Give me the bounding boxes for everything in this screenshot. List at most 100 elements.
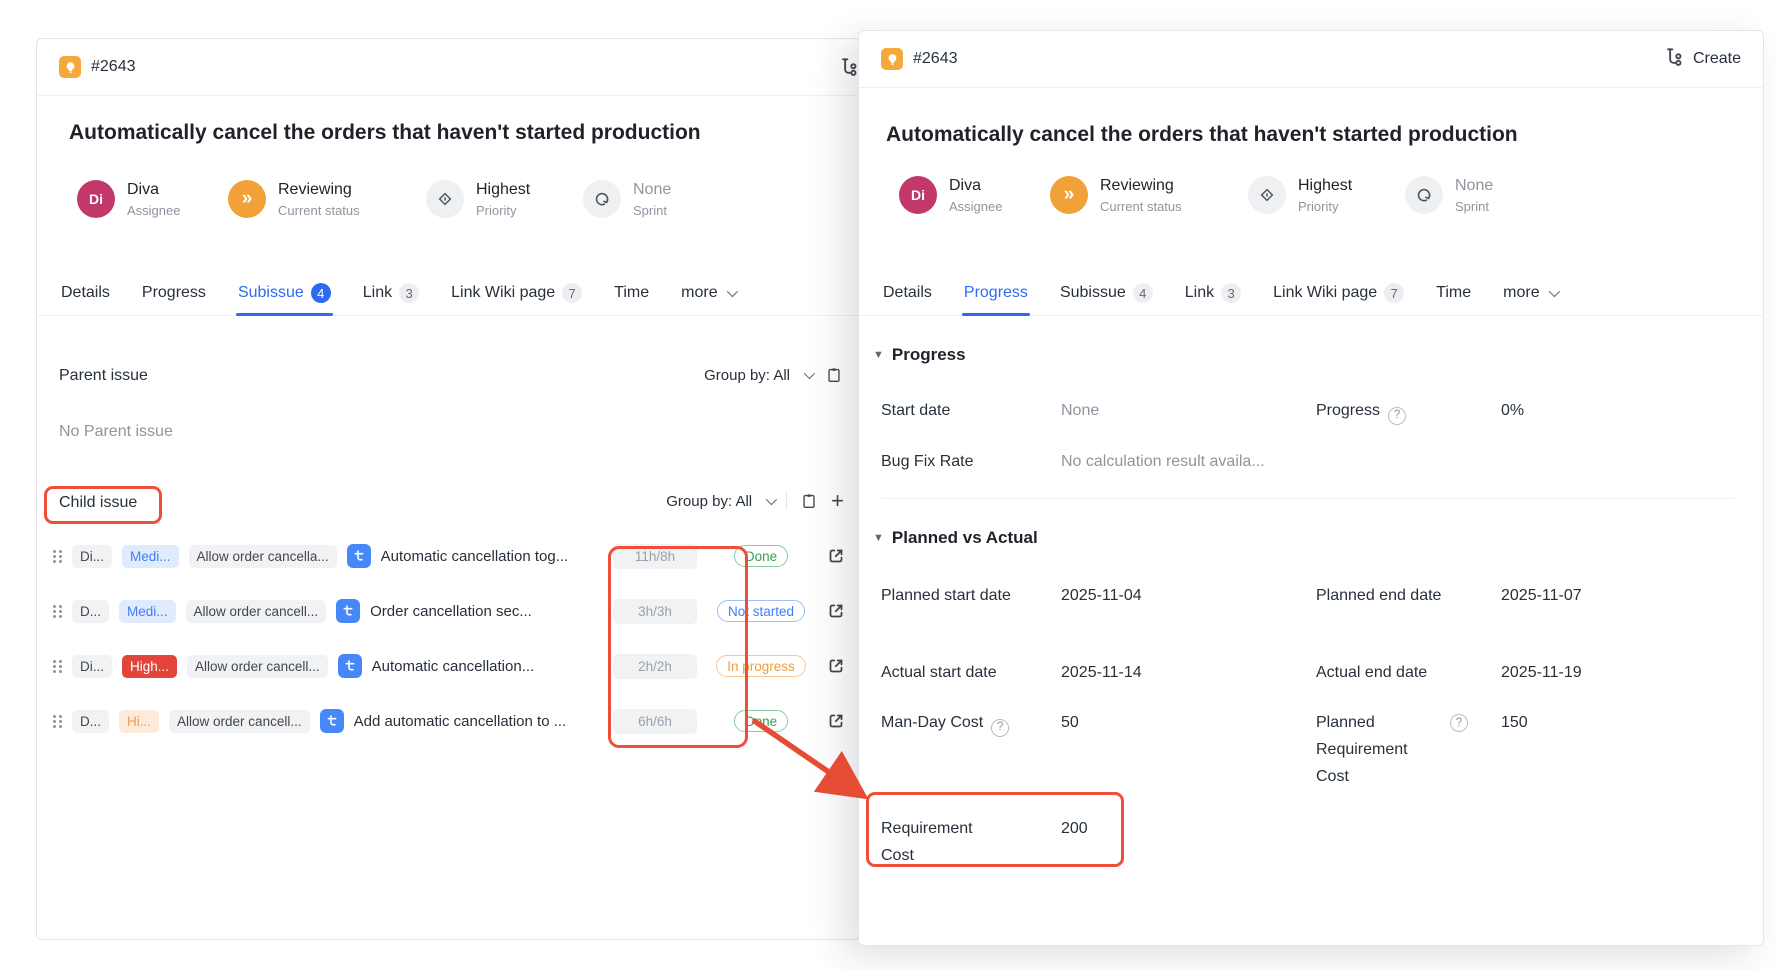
status-field[interactable]: » Reviewing Current status	[228, 177, 360, 221]
progress-value[interactable]: 0%	[1501, 397, 1524, 424]
board-view-icon[interactable]	[824, 365, 844, 385]
row-module-chip[interactable]: Allow order cancella...	[188, 544, 337, 568]
collapse-triangle-icon: ▼	[873, 532, 884, 544]
tab-time[interactable]: Time	[614, 271, 649, 315]
planned-vs-actual-heading[interactable]: ▼ Planned vs Actual	[873, 528, 1038, 548]
row-module-chip[interactable]: Allow order cancell...	[169, 709, 310, 733]
tab-link[interactable]: Link 3	[1185, 271, 1242, 315]
sprint-field[interactable]: None Sprint	[583, 177, 671, 221]
row-time-chip[interactable]: 2h/2h	[613, 653, 697, 679]
issue-title: Automatically cancel the orders that hav…	[886, 123, 1518, 146]
row-assignee-chip[interactable]: D...	[72, 709, 110, 733]
row-time-chip[interactable]: 6h/6h	[613, 708, 697, 734]
row-title[interactable]: Order cancellation sec...	[370, 603, 603, 620]
create-icon[interactable]	[838, 56, 860, 83]
child-issue-row[interactable]: D... Medi... Allow order cancell... Orde…	[53, 591, 847, 631]
row-status-chip[interactable]: In progress	[716, 655, 806, 677]
planned-end-date-value[interactable]: 2025-11-07	[1501, 582, 1582, 609]
bug-fix-rate-value[interactable]: No calculation result availa...	[1061, 448, 1265, 475]
row-assignee-chip[interactable]: D...	[72, 599, 110, 623]
start-date-value[interactable]: None	[1061, 397, 1099, 424]
row-module-chip[interactable]: Allow order cancell...	[187, 654, 328, 678]
child-issue-row[interactable]: Di... High... Allow order cancell... Aut…	[53, 646, 847, 686]
sprint-field[interactable]: None Sprint	[1405, 173, 1493, 217]
chevron-down-icon	[803, 367, 816, 380]
row-status-chip[interactable]: Not started	[716, 600, 806, 622]
row-priority-chip[interactable]: Hi...	[119, 709, 160, 733]
tab-details[interactable]: Details	[61, 271, 110, 315]
tab-link-wiki-page[interactable]: Link Wiki page 7	[451, 271, 583, 315]
row-priority-chip[interactable]: Medi...	[122, 544, 179, 568]
sprint-label: Sprint	[633, 202, 667, 218]
requirement-cost-value[interactable]: 200	[1061, 815, 1088, 842]
board-view-icon[interactable]	[799, 491, 819, 511]
assignee-value: Diva	[949, 176, 982, 194]
actual-start-date-value[interactable]: 2025-11-14	[1061, 659, 1142, 686]
drag-handle-icon[interactable]	[53, 549, 62, 563]
issue-id: #2643	[91, 58, 136, 75]
parent-groupby[interactable]: Group by: All	[704, 367, 790, 384]
sprint-value: None	[1455, 176, 1494, 194]
tab-progress[interactable]: Progress	[961, 271, 1030, 316]
parent-issue-heading: Parent issue	[59, 367, 148, 384]
assignee-field[interactable]: Di Diva Assignee	[77, 177, 180, 221]
row-module-chip[interactable]: Allow order cancell...	[185, 599, 327, 623]
tab-details[interactable]: Details	[883, 271, 932, 315]
create-icon	[1663, 46, 1685, 73]
row-status-chip[interactable]: Done	[733, 545, 789, 567]
issue-id: #2643	[913, 50, 958, 67]
assignee-field[interactable]: Di Diva Assignee	[899, 173, 1002, 217]
tab-more[interactable]: more	[681, 271, 738, 315]
drag-handle-icon[interactable]	[53, 659, 62, 673]
planned-requirement-cost-value[interactable]: 150	[1501, 709, 1528, 736]
drag-handle-icon[interactable]	[53, 604, 62, 618]
open-in-new-icon[interactable]	[825, 655, 847, 677]
row-priority-chip[interactable]: High...	[122, 654, 178, 678]
left-issue-panel: #2643 Automatically cancel the orders th…	[36, 38, 860, 940]
row-title[interactable]: Automatic cancellation...	[372, 658, 603, 675]
row-status-chip[interactable]: Done	[733, 710, 789, 732]
priority-value: Highest	[476, 180, 531, 198]
row-time-chip[interactable]: 3h/3h	[613, 598, 697, 624]
assignee-label: Assignee	[127, 202, 181, 218]
open-in-new-icon[interactable]	[825, 545, 847, 567]
status-field[interactable]: » Reviewing Current status	[1050, 173, 1182, 217]
tab-progress[interactable]: Progress	[142, 271, 206, 315]
row-title[interactable]: Add automatic cancellation to ...	[354, 713, 603, 730]
row-time-chip[interactable]: 11h/8h	[613, 543, 697, 569]
child-issue-row[interactable]: Di... Medi... Allow order cancella... Au…	[53, 536, 847, 576]
tab-more[interactable]: more	[1503, 271, 1560, 315]
planned-start-date-value[interactable]: 2025-11-04	[1061, 582, 1142, 609]
drag-handle-icon[interactable]	[53, 714, 62, 728]
help-icon[interactable]: ?	[1388, 406, 1407, 425]
add-child-issue-button[interactable]: +	[831, 490, 844, 512]
priority-field[interactable]: Highest Priority	[1248, 173, 1352, 217]
row-title[interactable]: Automatic cancellation tog...	[381, 548, 603, 565]
tab-link[interactable]: Link 3	[363, 271, 420, 315]
man-day-cost-value[interactable]: 50	[1061, 709, 1079, 736]
priority-field[interactable]: Highest Priority	[426, 177, 530, 221]
create-button[interactable]: Create	[1663, 46, 1741, 73]
assignee-value: Diva	[127, 180, 160, 198]
child-issue-row[interactable]: D... Hi... Allow order cancell... Add au…	[53, 701, 847, 741]
tab-subissue[interactable]: Subissue 4	[235, 271, 333, 316]
row-assignee-chip[interactable]: Di...	[72, 544, 113, 568]
open-in-new-icon[interactable]	[825, 710, 847, 732]
row-priority-chip[interactable]: Medi...	[119, 599, 176, 623]
sprint-value: None	[633, 180, 672, 198]
actual-end-date-label: Actual end date	[1316, 664, 1428, 681]
child-groupby[interactable]: Group by: All	[666, 493, 752, 510]
help-icon[interactable]: ?	[1450, 714, 1468, 732]
progress-section-heading[interactable]: ▼ Progress	[873, 345, 966, 365]
subissue-count-badge: 4	[1132, 283, 1153, 303]
help-icon[interactable]: ?	[991, 718, 1010, 737]
row-assignee-chip[interactable]: Di...	[72, 654, 113, 678]
actual-end-date-value[interactable]: 2025-11-19	[1501, 659, 1582, 686]
tab-time[interactable]: Time	[1436, 271, 1471, 315]
priority-icon	[426, 180, 464, 218]
no-parent-issue-text: No Parent issue	[59, 423, 173, 440]
open-in-new-icon[interactable]	[825, 600, 847, 622]
tab-subissue[interactable]: Subissue 4	[1060, 271, 1153, 315]
tab-link-wiki-page[interactable]: Link Wiki page 7	[1273, 271, 1405, 315]
issue-title: Automatically cancel the orders that hav…	[69, 121, 701, 144]
